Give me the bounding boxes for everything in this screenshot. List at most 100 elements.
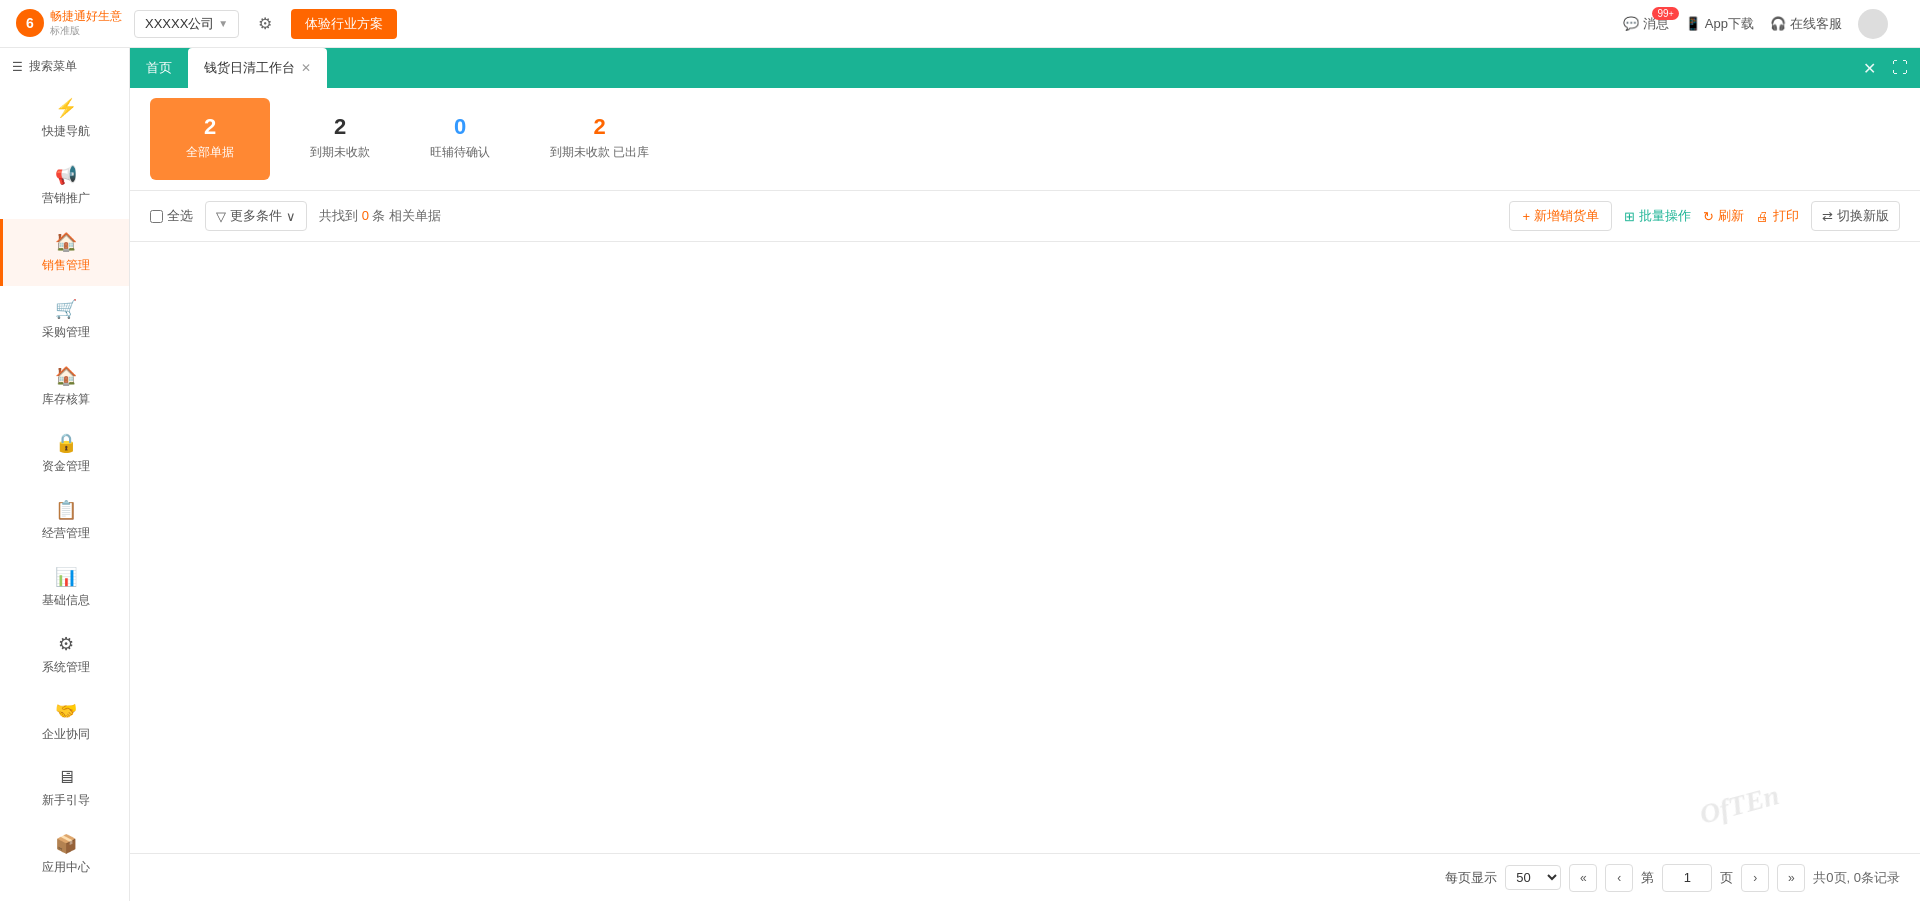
user-avatar[interactable] xyxy=(1858,9,1888,39)
message-button[interactable]: 💬 消息 99+ xyxy=(1623,15,1669,33)
sidebar-item-app-center[interactable]: 📦 应用中心 xyxy=(0,821,129,888)
prev-page-button[interactable]: ‹ xyxy=(1605,864,1633,892)
tab-close-button[interactable]: ✕ xyxy=(1859,55,1880,82)
stats-row: 2 全部单据 2 到期未收款 0 旺辅待确认 2 到期未收款 已出库 xyxy=(130,88,1920,191)
sidebar-item-operations[interactable]: 📋 经营管理 xyxy=(0,487,129,554)
top-bar: 6 畅捷通好生意 标准版 XXXXX公司 ▼ ⚙ 体验行业方案 💬 消息 99+… xyxy=(0,0,1920,48)
filter-button[interactable]: ▽ 更多条件 ∨ xyxy=(205,201,307,231)
page-input[interactable] xyxy=(1662,864,1712,892)
app-center-label: 应用中心 xyxy=(42,859,90,876)
sidebar-item-basic-info[interactable]: 📊 基础信息 xyxy=(0,554,129,621)
settings-button[interactable]: ⚙ xyxy=(251,10,279,38)
top-bar-right: 💬 消息 99+ 📱 App下载 🎧 在线客服 xyxy=(1623,9,1904,39)
headset-icon: 🎧 xyxy=(1770,16,1786,31)
sidebar-item-inventory[interactable]: 🏠 库存核算 xyxy=(0,353,129,420)
tab-workbench-label: 钱货日清工作台 xyxy=(204,59,295,77)
sidebar-item-marketing[interactable]: 📢 营销推广 xyxy=(0,152,129,219)
switch-version-button[interactable]: ⇄ 切换新版 xyxy=(1811,201,1900,231)
try-industry-button[interactable]: 体验行业方案 xyxy=(291,9,397,39)
online-service-button[interactable]: 🎧 在线客服 xyxy=(1770,15,1842,33)
capital-label: 资金管理 xyxy=(42,458,90,475)
tab-bar: 首页 钱货日清工作台 ✕ ✕ ⛶ xyxy=(130,48,1920,88)
batch-label: 批量操作 xyxy=(1639,207,1691,225)
search-menu-label: 搜索菜单 xyxy=(29,58,77,75)
total-records: 共0页, 0条记录 xyxy=(1813,869,1900,887)
sidebar-item-wechat[interactable]: 💬 企业微信 xyxy=(0,888,129,901)
stat-label-overdue-shipped: 到期未收款 已出库 xyxy=(550,144,649,161)
sidebar-item-sales[interactable]: 🏠 销售管理 xyxy=(0,219,129,286)
batch-operation-button[interactable]: ⊞ 批量操作 xyxy=(1624,207,1691,225)
content-area: 首页 钱货日清工作台 ✕ ✕ ⛶ 2 全部单据 2 到期未收款 xyxy=(130,48,1920,901)
stat-label-all: 全部单据 xyxy=(186,144,234,161)
select-all-checkbox[interactable]: 全选 xyxy=(150,207,193,225)
stat-card-all[interactable]: 2 全部单据 xyxy=(150,98,270,180)
app-subtitle: 标准版 xyxy=(50,24,122,38)
app-download-button[interactable]: 📱 App下载 xyxy=(1685,15,1754,33)
sidebar-item-system[interactable]: ⚙ 系统管理 xyxy=(0,621,129,688)
guide-label: 新手引导 xyxy=(42,792,90,809)
page-size-select[interactable]: 50 20 100 xyxy=(1505,865,1561,890)
toolbar: 全选 ▽ 更多条件 ∨ 共找到 0 条 相关单据 + 新增销货单 xyxy=(130,191,1920,242)
tab-bar-actions: ✕ ⛶ xyxy=(1859,55,1920,82)
top-bar-left: 6 畅捷通好生意 标准版 XXXXX公司 ▼ ⚙ 体验行业方案 xyxy=(16,9,397,39)
basic-info-icon: 📊 xyxy=(55,566,77,588)
new-icon: + xyxy=(1522,209,1530,224)
sidebar-item-quick-nav[interactable]: ⚡ 快捷导航 xyxy=(0,85,129,152)
company-selector[interactable]: XXXXX公司 ▼ xyxy=(134,10,239,38)
tab-workbench-close[interactable]: ✕ xyxy=(301,61,311,75)
inventory-label: 库存核算 xyxy=(42,391,90,408)
company-dropdown-arrow: ▼ xyxy=(218,18,228,29)
print-icon: 🖨 xyxy=(1756,209,1769,224)
refresh-button[interactable]: ↻ 刷新 xyxy=(1703,207,1744,225)
select-all-input[interactable] xyxy=(150,210,163,223)
found-count: 0 xyxy=(362,208,369,223)
system-icon: ⚙ xyxy=(58,633,74,655)
filter-arrow: ∨ xyxy=(286,209,296,224)
stat-card-pending[interactable]: 0 旺辅待确认 xyxy=(400,88,520,190)
sidebar: ☰ 搜索菜单 ⚡ 快捷导航 📢 营销推广 🏠 销售管理 🛒 采购管理 🏠 库存核… xyxy=(0,48,130,901)
print-button[interactable]: 🖨 打印 xyxy=(1756,207,1799,225)
new-label: 新增销货单 xyxy=(1534,207,1599,225)
last-page-button[interactable]: » xyxy=(1777,864,1805,892)
message-badge: 99+ xyxy=(1652,7,1678,20)
app-title: 畅捷通好生意 xyxy=(50,9,122,23)
found-unit: 条 xyxy=(372,208,385,223)
select-all-label: 全选 xyxy=(167,207,193,225)
marketing-label: 营销推广 xyxy=(42,190,90,207)
main-layout: ☰ 搜索菜单 ⚡ 快捷导航 📢 营销推广 🏠 销售管理 🛒 采购管理 🏠 库存核… xyxy=(0,48,1920,901)
stat-card-overdue[interactable]: 2 到期未收款 xyxy=(280,88,400,190)
found-prefix: 共找到 xyxy=(319,208,358,223)
sidebar-item-enterprise[interactable]: 🤝 企业协同 xyxy=(0,688,129,755)
sidebar-item-capital[interactable]: 🔒 资金管理 xyxy=(0,420,129,487)
marketing-icon: 📢 xyxy=(55,164,77,186)
found-text: 共找到 0 条 相关单据 xyxy=(319,207,441,225)
enterprise-icon: 🤝 xyxy=(55,700,77,722)
refresh-icon: ↻ xyxy=(1703,209,1714,224)
tab-expand-button[interactable]: ⛶ xyxy=(1888,55,1912,81)
next-page-button[interactable]: › xyxy=(1741,864,1769,892)
tab-home[interactable]: 首页 xyxy=(130,48,188,88)
new-sale-order-button[interactable]: + 新增销货单 xyxy=(1509,201,1612,231)
stat-number-overdue: 2 xyxy=(334,114,346,140)
stat-number-overdue-shipped: 2 xyxy=(594,114,606,140)
sidebar-item-purchase[interactable]: 🛒 采购管理 xyxy=(0,286,129,353)
operations-icon: 📋 xyxy=(55,499,77,521)
phone-icon: 📱 xyxy=(1685,16,1701,31)
stat-number-pending: 0 xyxy=(454,114,466,140)
guide-icon: 🖥 xyxy=(57,767,75,788)
logo-area: 6 畅捷通好生意 标准版 xyxy=(16,9,122,37)
stat-card-overdue-shipped[interactable]: 2 到期未收款 已出库 xyxy=(520,88,679,190)
search-menu[interactable]: ☰ 搜索菜单 xyxy=(0,48,129,85)
first-page-button[interactable]: « xyxy=(1569,864,1597,892)
filter-icon: ▽ xyxy=(216,209,226,224)
filter-label: 更多条件 xyxy=(230,207,282,225)
page-label-2: 页 xyxy=(1720,869,1733,887)
company-name: XXXXX公司 xyxy=(145,15,214,33)
page-label: 第 xyxy=(1641,869,1654,887)
toolbar-right: + 新增销货单 ⊞ 批量操作 ↻ 刷新 🖨 打印 xyxy=(1509,201,1900,231)
quick-nav-icon: ⚡ xyxy=(55,97,77,119)
switch-icon: ⇄ xyxy=(1822,209,1833,224)
sidebar-item-guide[interactable]: 🖥 新手引导 xyxy=(0,755,129,821)
operations-label: 经营管理 xyxy=(42,525,90,542)
tab-workbench[interactable]: 钱货日清工作台 ✕ xyxy=(188,48,327,88)
